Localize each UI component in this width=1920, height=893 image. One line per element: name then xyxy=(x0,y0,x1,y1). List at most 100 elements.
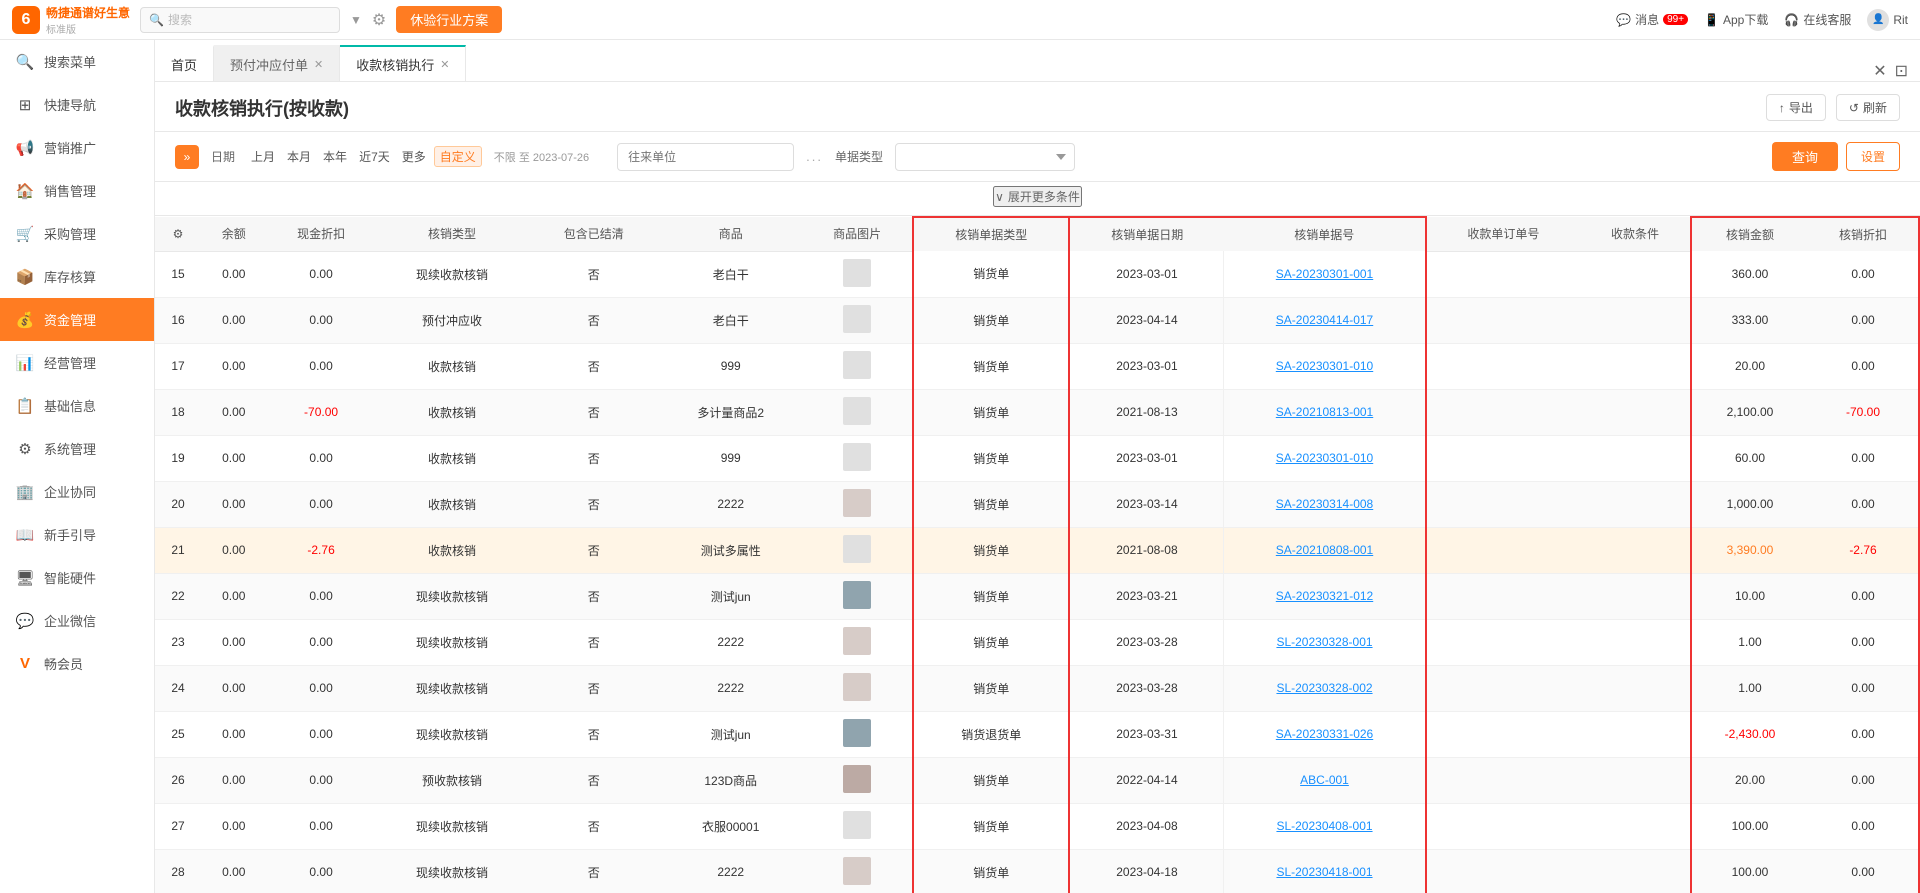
query-btn[interactable]: 查询 xyxy=(1772,142,1838,171)
sidebar-item-operations[interactable]: 📊 经营管理 xyxy=(0,341,154,384)
cell-cancel-discount: 0.00 xyxy=(1808,251,1919,297)
cell-collection-order-no xyxy=(1426,803,1581,849)
tab-prepay[interactable]: 预付冲应付单 ✕ xyxy=(214,45,340,81)
cell-cancel-no[interactable]: SA-20230321-012 xyxy=(1224,573,1426,619)
cell-goods-img xyxy=(802,757,913,803)
setting-btn[interactable]: 设置 xyxy=(1846,142,1900,171)
cell-cancel-voucher-type: 销货单 xyxy=(913,343,1069,389)
date-more[interactable]: 更多 xyxy=(398,146,430,167)
date-range: 不限 至 2023-07-26 xyxy=(494,149,589,165)
col-include-settled: 包含已结清 xyxy=(528,217,659,251)
cell-rowno: 25 xyxy=(155,711,201,757)
voucher-type-label: 单据类型 xyxy=(835,148,883,165)
search-box[interactable]: 🔍 搜索 xyxy=(140,7,340,33)
cell-balance: 0.00 xyxy=(201,297,266,343)
counterpart-input[interactable] xyxy=(617,143,794,171)
col-gear[interactable]: ⚙ xyxy=(155,217,201,251)
cell-goods: 2222 xyxy=(659,665,802,711)
quick-nav-icon: ⊞ xyxy=(16,96,34,114)
user-avatar: 👤 xyxy=(1867,9,1889,31)
cell-cancel-no[interactable]: SA-20210813-001 xyxy=(1224,389,1426,435)
sidebar-item-system[interactable]: ⚙ 系统管理 xyxy=(0,427,154,470)
cell-cancel-discount: 0.00 xyxy=(1808,435,1919,481)
sidebar-item-capital[interactable]: 💰 资金管理 xyxy=(0,298,154,341)
sidebar-item-guide[interactable]: 📖 新手引导 xyxy=(0,513,154,556)
tab-collection[interactable]: 收款核销执行 ✕ xyxy=(340,45,466,81)
cell-goods-img xyxy=(802,297,913,343)
sidebar-item-basic[interactable]: 📋 基础信息 xyxy=(0,384,154,427)
cell-collection-condition xyxy=(1580,527,1691,573)
cell-goods-img xyxy=(802,849,913,893)
table-wrapper[interactable]: ⚙ 余额 现金折扣 核销类型 包含已结清 商品 商品图片 核销单据类型 核销单据… xyxy=(155,216,1920,893)
sidebar-item-sales[interactable]: 🏠 销售管理 xyxy=(0,169,154,212)
cell-cancel-no[interactable]: SA-20230414-017 xyxy=(1224,297,1426,343)
sidebar-item-member[interactable]: V 畅会员 xyxy=(0,642,154,685)
service-item[interactable]: 🎧 在线客服 xyxy=(1784,11,1851,28)
cell-include-settled: 否 xyxy=(528,435,659,481)
cell-include-settled: 否 xyxy=(528,481,659,527)
cell-cancel-no[interactable]: SA-20210808-001 xyxy=(1224,527,1426,573)
gear-icon[interactable]: ⚙ xyxy=(372,10,386,30)
cell-cancel-no[interactable]: SL-20230418-001 xyxy=(1224,849,1426,893)
cell-cancel-no[interactable]: SA-20230314-008 xyxy=(1224,481,1426,527)
cell-collection-condition xyxy=(1580,619,1691,665)
sidebar-item-purchase[interactable]: 🛒 采购管理 xyxy=(0,212,154,255)
sidebar-item-inventory[interactable]: 📦 库存核算 xyxy=(0,255,154,298)
sidebar-item-hardware[interactable]: 🖥 智能硬件 xyxy=(0,556,154,599)
voucher-type-select[interactable] xyxy=(895,143,1075,171)
refresh-btn[interactable]: ↺ 刷新 xyxy=(1836,94,1900,121)
cell-cancel-type: 现续收款核销 xyxy=(376,849,529,893)
cell-cancel-amount: 3,390.00 xyxy=(1691,527,1808,573)
sidebar-item-quick-nav[interactable]: ⊞ 快捷导航 xyxy=(0,83,154,126)
export-btn[interactable]: ↑ 导出 xyxy=(1766,94,1826,121)
date-this-year[interactable]: 本年 xyxy=(319,146,351,167)
cell-cancel-discount: 0.00 xyxy=(1808,711,1919,757)
cell-cancel-no[interactable]: ABC-001 xyxy=(1224,757,1426,803)
tab-collection-close[interactable]: ✕ xyxy=(440,58,449,71)
cell-cancel-amount: 20.00 xyxy=(1691,343,1808,389)
tab-prepay-close[interactable]: ✕ xyxy=(314,58,323,71)
cell-balance: 0.00 xyxy=(201,343,266,389)
tab-home[interactable]: 首页 xyxy=(155,45,214,81)
cell-collection-condition xyxy=(1580,389,1691,435)
sidebar-label-purchase: 采购管理 xyxy=(44,224,96,243)
layout: 🔍 搜索菜单 ⊞ 快捷导航 📢 营销推广 🏠 销售管理 🛒 采购管理 📦 库存核… xyxy=(0,40,1920,893)
cell-cancel-no[interactable]: SA-20230301-001 xyxy=(1224,251,1426,297)
cell-cancel-no[interactable]: SL-20230328-001 xyxy=(1224,619,1426,665)
date-last-month[interactable]: 上月 xyxy=(247,146,279,167)
cell-cancel-no[interactable]: SA-20230301-010 xyxy=(1224,435,1426,481)
filter-toggle[interactable]: » xyxy=(175,145,199,169)
dropdown-arrow[interactable]: ▼ xyxy=(350,13,362,27)
cell-cancel-no[interactable]: SA-20230331-026 xyxy=(1224,711,1426,757)
sidebar-item-marketing[interactable]: 📢 营销推广 xyxy=(0,126,154,169)
sidebar-item-wechat[interactable]: 💬 企业微信 xyxy=(0,599,154,642)
sidebar-item-search[interactable]: 🔍 搜索菜单 xyxy=(0,40,154,83)
cell-cancel-no[interactable]: SL-20230408-001 xyxy=(1224,803,1426,849)
tab-expand-btn[interactable]: ⊡ xyxy=(1895,61,1908,81)
tab-bar: 首页 预付冲应付单 ✕ 收款核销执行 ✕ ✕ ⊡ xyxy=(155,40,1920,82)
date-this-month[interactable]: 本月 xyxy=(283,146,315,167)
cell-cancel-no[interactable]: SL-20230328-002 xyxy=(1224,665,1426,711)
cell-cash-discount: 0.00 xyxy=(267,849,376,893)
cell-goods: 老白干 xyxy=(659,251,802,297)
cell-rowno: 26 xyxy=(155,757,201,803)
brand-sub: 标准版 xyxy=(46,21,130,36)
cell-cancel-date: 2023-03-21 xyxy=(1069,573,1224,619)
table-row: 19 0.00 0.00 收款核销 否 999 销货单 2023-03-01 S… xyxy=(155,435,1919,481)
cell-rowno: 27 xyxy=(155,803,201,849)
expand-btn[interactable]: ∨ 展开更多条件 xyxy=(993,186,1082,207)
search-placeholder: 搜索 xyxy=(168,11,192,28)
app-item[interactable]: 📱 App下载 xyxy=(1704,11,1768,28)
date-7days[interactable]: 近7天 xyxy=(355,146,394,167)
sidebar-label-enterprise: 企业协同 xyxy=(44,482,96,501)
date-custom[interactable]: 自定义 xyxy=(434,146,482,167)
industry-btn[interactable]: 休验行业方案 xyxy=(396,6,502,33)
cell-goods: 老白干 xyxy=(659,297,802,343)
message-item[interactable]: 💬 消息 99+ xyxy=(1616,11,1688,28)
cell-cancel-voucher-type: 销货单 xyxy=(913,435,1069,481)
cell-cancel-amount: 2,100.00 xyxy=(1691,389,1808,435)
sidebar-item-enterprise[interactable]: 🏢 企业协同 xyxy=(0,470,154,513)
tab-close-btn[interactable]: ✕ xyxy=(1873,61,1886,81)
cell-cancel-no[interactable]: SA-20230301-010 xyxy=(1224,343,1426,389)
user-item[interactable]: 👤 Rit xyxy=(1867,9,1908,31)
